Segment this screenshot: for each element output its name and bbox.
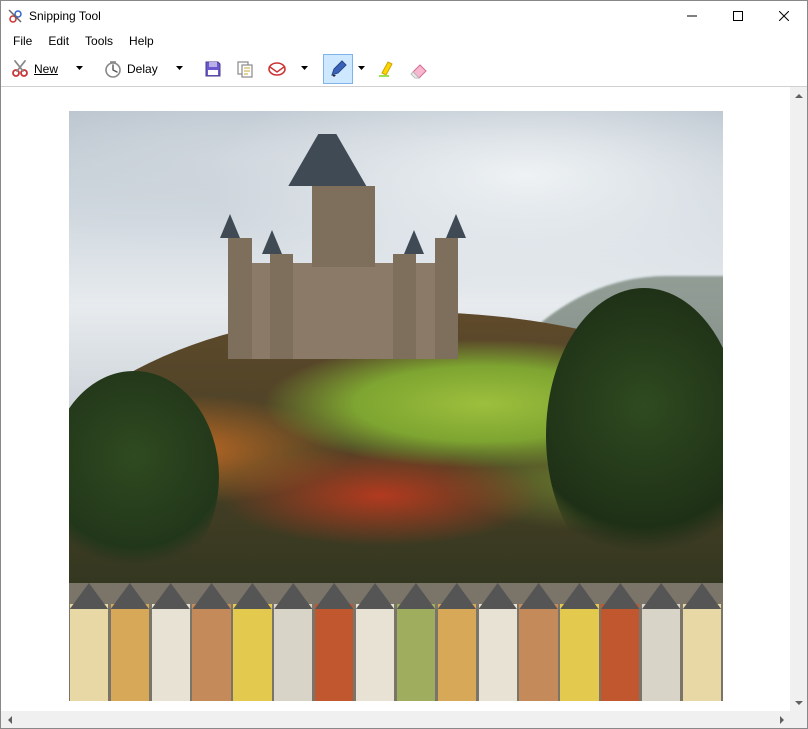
- eraser-button[interactable]: [404, 54, 434, 84]
- snip-canvas[interactable]: [1, 87, 790, 711]
- scroll-down-button[interactable]: [790, 694, 807, 711]
- chevron-left-icon: [6, 716, 14, 724]
- send-button[interactable]: [262, 54, 292, 84]
- chevron-down-icon: [795, 699, 803, 707]
- scroll-left-button[interactable]: [1, 711, 18, 728]
- toolbar: New Delay: [1, 51, 807, 87]
- scroll-up-button[interactable]: [790, 87, 807, 104]
- chevron-down-icon: [76, 65, 83, 72]
- vertical-scrollbar[interactable]: [790, 87, 807, 711]
- delay-label: Delay: [127, 62, 158, 76]
- new-button[interactable]: New: [5, 54, 67, 84]
- content-area: [1, 87, 807, 728]
- copy-button[interactable]: [230, 54, 260, 84]
- menu-edit[interactable]: Edit: [40, 32, 77, 50]
- chevron-down-icon: [301, 65, 308, 72]
- window-title: Snipping Tool: [29, 9, 101, 23]
- close-button[interactable]: [761, 1, 807, 31]
- save-button[interactable]: [198, 54, 228, 84]
- new-label: New: [34, 62, 58, 76]
- captured-image: [69, 111, 723, 701]
- scroll-track-v[interactable]: [790, 104, 807, 694]
- delay-button[interactable]: Delay: [98, 54, 167, 84]
- pen-dropdown[interactable]: [355, 54, 370, 84]
- chevron-up-icon: [795, 92, 803, 100]
- scissors-icon: [10, 59, 30, 79]
- clock-icon: [103, 59, 123, 79]
- scroll-right-button[interactable]: [773, 711, 790, 728]
- scroll-track-h[interactable]: [18, 711, 773, 728]
- maximize-button[interactable]: [715, 1, 761, 31]
- chevron-down-icon: [358, 65, 365, 72]
- send-dropdown[interactable]: [294, 54, 313, 84]
- menu-help[interactable]: Help: [121, 32, 162, 50]
- delay-dropdown[interactable]: [169, 54, 188, 84]
- envelope-icon: [267, 59, 287, 79]
- highlighter-icon: [377, 59, 397, 79]
- menu-tools[interactable]: Tools: [77, 32, 121, 50]
- title-bar: Snipping Tool: [1, 1, 807, 31]
- chevron-down-icon: [176, 65, 183, 72]
- pen-icon: [328, 59, 348, 79]
- copy-icon: [235, 59, 255, 79]
- pen-button[interactable]: [323, 54, 353, 84]
- highlighter-button[interactable]: [372, 54, 402, 84]
- eraser-icon: [409, 59, 429, 79]
- horizontal-scrollbar[interactable]: [1, 711, 790, 728]
- floppy-icon: [203, 59, 223, 79]
- new-dropdown[interactable]: [69, 54, 88, 84]
- minimize-button[interactable]: [669, 1, 715, 31]
- scroll-corner: [790, 711, 807, 728]
- app-icon: [7, 8, 23, 24]
- menu-bar: File Edit Tools Help: [1, 31, 807, 51]
- menu-file[interactable]: File: [5, 32, 40, 50]
- chevron-right-icon: [778, 716, 786, 724]
